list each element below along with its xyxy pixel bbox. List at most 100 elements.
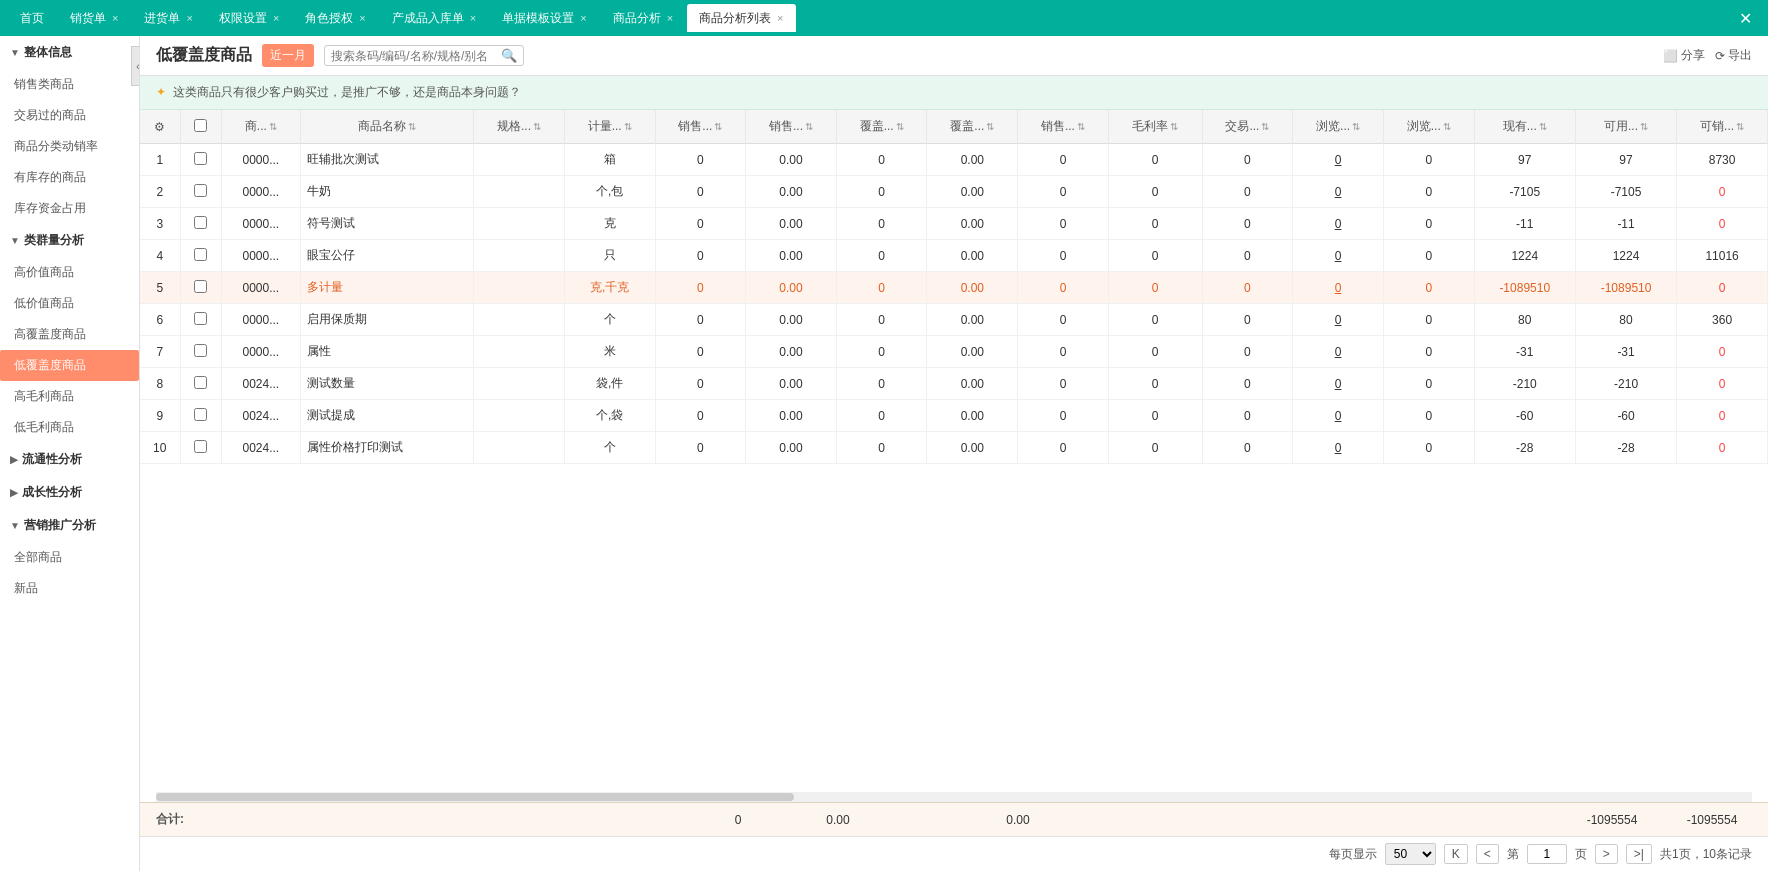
row-checkbox[interactable] bbox=[180, 144, 221, 176]
sidebar-item-high-coverage[interactable]: 高覆盖度商品 bbox=[0, 319, 139, 350]
sidebar-item-low-coverage[interactable]: 低覆盖度商品 bbox=[0, 350, 139, 381]
close-icon[interactable]: × bbox=[112, 12, 118, 24]
nav-tab-roles[interactable]: 角色授权 × bbox=[293, 4, 377, 32]
sidebar-section-flow-analysis[interactable]: ▶ 流通性分析 bbox=[0, 443, 139, 476]
col-sale1[interactable]: 销售...⇅ bbox=[655, 110, 746, 144]
sidebar-item-low-value[interactable]: 低价值商品 bbox=[0, 288, 139, 319]
col-spec[interactable]: 规格...⇅ bbox=[474, 110, 565, 144]
row-browse1[interactable]: 0 bbox=[1293, 368, 1384, 400]
col-cover1[interactable]: 覆盖...⇅ bbox=[836, 110, 927, 144]
row-browse1[interactable]: 0 bbox=[1293, 176, 1384, 208]
horizontal-scrollbar[interactable] bbox=[156, 792, 1752, 802]
row-checkbox[interactable] bbox=[180, 304, 221, 336]
sidebar-item-all-goods[interactable]: 全部商品 bbox=[0, 542, 139, 573]
col-current[interactable]: 现有...⇅ bbox=[1474, 110, 1575, 144]
sidebar-item-in-stock[interactable]: 有库存的商品 bbox=[0, 162, 139, 193]
time-filter-button[interactable]: 近一月 bbox=[262, 44, 314, 67]
close-icon[interactable]: × bbox=[186, 12, 192, 24]
sidebar-item-traded-goods[interactable]: 交易过的商品 bbox=[0, 100, 139, 131]
nav-tab-product-entry[interactable]: 产成品入库单 × bbox=[380, 4, 488, 32]
col-gross[interactable]: 毛利率⇅ bbox=[1108, 110, 1202, 144]
row-checkbox[interactable] bbox=[180, 176, 221, 208]
row-code: 0000... bbox=[221, 176, 300, 208]
row-browse1[interactable]: 0 bbox=[1293, 432, 1384, 464]
col-settings[interactable]: ⚙ bbox=[140, 110, 180, 144]
share-button[interactable]: ⬜ 分享 bbox=[1663, 47, 1705, 64]
sidebar-item-stock-capital[interactable]: 库存资金占用 bbox=[0, 193, 139, 224]
row-name[interactable]: 测试数量 bbox=[300, 368, 473, 400]
nav-tab-home[interactable]: 首页 bbox=[8, 4, 56, 32]
close-icon[interactable]: × bbox=[667, 12, 673, 24]
row-browse1[interactable]: 0 bbox=[1293, 272, 1384, 304]
col-sale2[interactable]: 销售...⇅ bbox=[746, 110, 837, 144]
sidebar-section-general[interactable]: ▼ 整体信息 bbox=[0, 36, 139, 69]
row-browse1[interactable]: 0 bbox=[1293, 336, 1384, 368]
close-icon[interactable]: × bbox=[470, 12, 476, 24]
row-checkbox[interactable] bbox=[180, 240, 221, 272]
sidebar-collapse-button[interactable]: « bbox=[131, 46, 140, 86]
row-browse1[interactable]: 0 bbox=[1293, 208, 1384, 240]
col-cover2[interactable]: 覆盖...⇅ bbox=[927, 110, 1018, 144]
sidebar-section-group-analysis[interactable]: ▼ 类群量分析 bbox=[0, 224, 139, 257]
page-size-select[interactable]: 50 10 20 100 bbox=[1385, 843, 1436, 865]
row-name[interactable]: 眼宝公仔 bbox=[300, 240, 473, 272]
nav-tab-sales[interactable]: 销货单 × bbox=[58, 4, 130, 32]
col-sale3[interactable]: 销售...⇅ bbox=[1018, 110, 1109, 144]
sidebar-item-category-rate[interactable]: 商品分类动销率 bbox=[0, 131, 139, 162]
row-browse1[interactable]: 0 bbox=[1293, 304, 1384, 336]
sidebar-section-marketing-analysis[interactable]: ▼ 营销推广分析 bbox=[0, 509, 139, 542]
close-icon[interactable]: × bbox=[777, 12, 783, 24]
nav-tab-template[interactable]: 单据模板设置 × bbox=[490, 4, 598, 32]
col-trans[interactable]: 交易...⇅ bbox=[1202, 110, 1293, 144]
sidebar-item-high-margin[interactable]: 高毛利商品 bbox=[0, 381, 139, 412]
search-input[interactable] bbox=[331, 49, 501, 63]
next-page-button[interactable]: > bbox=[1595, 844, 1618, 864]
row-name[interactable]: 属性价格打印测试 bbox=[300, 432, 473, 464]
current-page-input[interactable] bbox=[1527, 844, 1567, 864]
prev-page-button[interactable]: < bbox=[1476, 844, 1499, 864]
first-page-button[interactable]: K bbox=[1444, 844, 1468, 864]
table-footer: 合计: 0 0.00 0.00 -1095554 -1095554 bbox=[140, 802, 1768, 836]
row-name[interactable]: 多计量 bbox=[300, 272, 473, 304]
nav-tab-purchase[interactable]: 进货单 × bbox=[132, 4, 204, 32]
col-browse2[interactable]: 浏览...⇅ bbox=[1383, 110, 1474, 144]
sidebar-item-high-value[interactable]: 高价值商品 bbox=[0, 257, 139, 288]
row-browse1[interactable]: 0 bbox=[1293, 144, 1384, 176]
row-name[interactable]: 符号测试 bbox=[300, 208, 473, 240]
row-browse1[interactable]: 0 bbox=[1293, 240, 1384, 272]
row-checkbox[interactable] bbox=[180, 400, 221, 432]
sidebar-item-low-margin[interactable]: 低毛利商品 bbox=[0, 412, 139, 443]
sidebar-item-new-goods[interactable]: 新品 bbox=[0, 573, 139, 604]
search-icon[interactable]: 🔍 bbox=[501, 48, 517, 63]
scrollbar-thumb[interactable] bbox=[156, 793, 794, 801]
close-icon[interactable]: × bbox=[359, 12, 365, 24]
sidebar-section-growth-analysis[interactable]: ▶ 成长性分析 bbox=[0, 476, 139, 509]
row-browse1[interactable]: 0 bbox=[1293, 400, 1384, 432]
row-name[interactable]: 旺辅批次测试 bbox=[300, 144, 473, 176]
col-browse1[interactable]: 浏览...⇅ bbox=[1293, 110, 1384, 144]
row-name[interactable]: 属性 bbox=[300, 336, 473, 368]
row-checkbox[interactable] bbox=[180, 272, 221, 304]
col-name[interactable]: 商品名称⇅ bbox=[300, 110, 473, 144]
row-name[interactable]: 牛奶 bbox=[300, 176, 473, 208]
row-checkbox[interactable] bbox=[180, 336, 221, 368]
export-button[interactable]: ⟳ 导出 bbox=[1715, 47, 1752, 64]
nav-tab-permissions[interactable]: 权限设置 × bbox=[207, 4, 291, 32]
row-checkbox[interactable] bbox=[180, 432, 221, 464]
row-checkbox[interactable] bbox=[180, 208, 221, 240]
close-icon[interactable]: × bbox=[580, 12, 586, 24]
close-icon[interactable]: × bbox=[273, 12, 279, 24]
row-checkbox[interactable] bbox=[180, 368, 221, 400]
window-close-button[interactable]: ✕ bbox=[1731, 5, 1760, 32]
col-sellable[interactable]: 可销...⇅ bbox=[1677, 110, 1768, 144]
nav-tab-product-analysis[interactable]: 商品分析 × bbox=[601, 4, 685, 32]
row-name[interactable]: 测试提成 bbox=[300, 400, 473, 432]
col-unit[interactable]: 计量...⇅ bbox=[564, 110, 655, 144]
nav-tab-product-analysis-list[interactable]: 商品分析列表 × bbox=[687, 4, 795, 32]
col-code[interactable]: 商...⇅ bbox=[221, 110, 300, 144]
col-avail[interactable]: 可用...⇅ bbox=[1575, 110, 1676, 144]
row-name[interactable]: 启用保质期 bbox=[300, 304, 473, 336]
last-page-button[interactable]: >| bbox=[1626, 844, 1652, 864]
sidebar-item-sales-goods[interactable]: 销售类商品 bbox=[0, 69, 139, 100]
select-all-checkbox[interactable] bbox=[194, 119, 207, 132]
